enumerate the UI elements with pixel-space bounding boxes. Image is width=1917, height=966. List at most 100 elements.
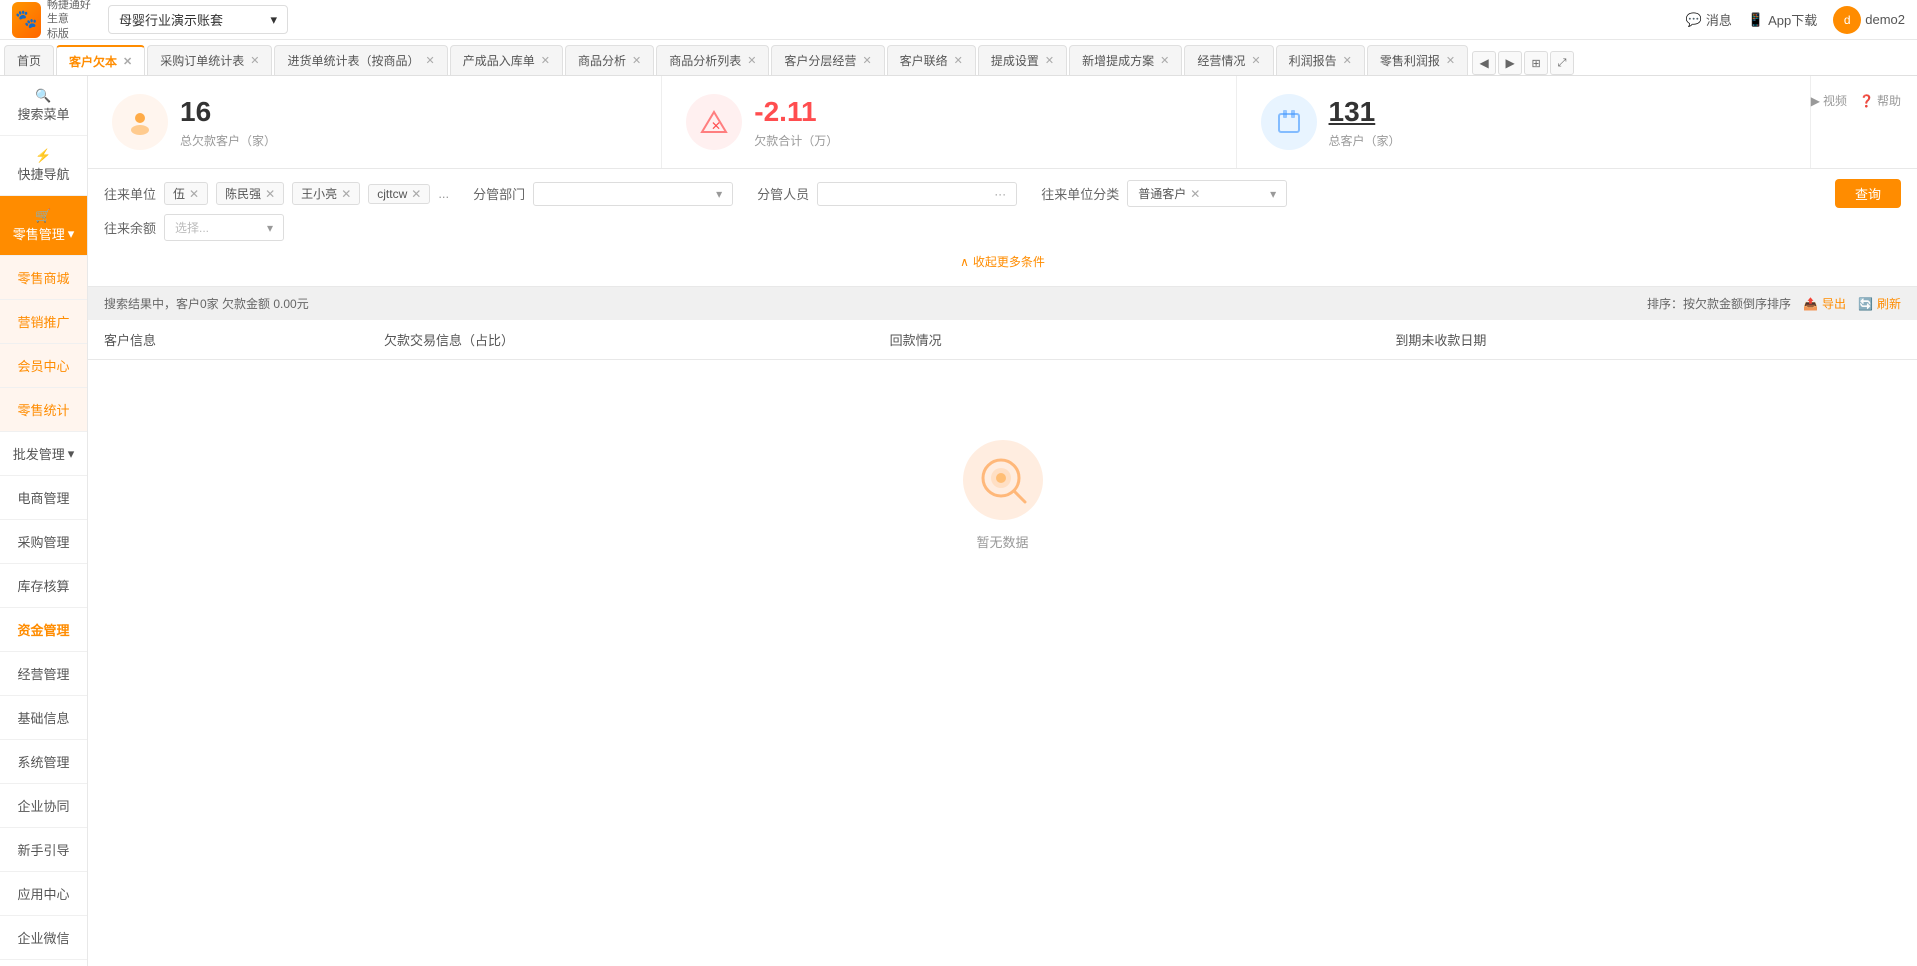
tab-goods-list[interactable]: 商品分析列表 ✕: [656, 45, 769, 75]
filter-tag-unit1[interactable]: 伍 ✕: [164, 182, 208, 205]
sidebar-item-wholesale[interactable]: 批发管理 ▾: [0, 432, 87, 476]
tab-expand-btn[interactable]: ⊞: [1524, 51, 1548, 75]
balance-placeholder: 选择...: [175, 219, 209, 236]
message-btn[interactable]: 💬 消息: [1686, 10, 1732, 29]
chevron-down-icon-2: ▾: [68, 446, 75, 462]
close-icon[interactable]: ✕: [1045, 54, 1054, 67]
sidebar-item-basic-info[interactable]: 基础信息: [0, 696, 87, 740]
remove-tag-icon[interactable]: ✕: [265, 187, 275, 201]
tab-customer-layer[interactable]: 客户分层经营 ✕: [771, 45, 884, 75]
sidebar-item-collab[interactable]: 企业协同: [0, 784, 87, 828]
stat-value-1: 16: [180, 96, 276, 128]
sidebar-item-finance[interactable]: 资金管理: [0, 608, 87, 652]
sidebar-item-marketing[interactable]: 营销推广: [0, 300, 87, 344]
content-area: 16 总欠款客户（家） ✕ -2.11 欠款合计（万）: [88, 76, 1917, 966]
sidebar-item-quicknav[interactable]: ⚡ 快捷导航: [0, 136, 87, 196]
tab-operation[interactable]: 经营情况 ✕: [1184, 45, 1273, 75]
sidebar-item-member2[interactable]: 畅会员: [0, 960, 87, 966]
close-icon[interactable]: ✕: [747, 54, 756, 67]
tab-goods-list-label: 商品分析列表: [669, 52, 741, 69]
sidebar-item-ecommerce[interactable]: 电商管理: [0, 476, 87, 520]
col-repayment: 回款情况: [890, 330, 1396, 349]
close-icon[interactable]: ✕: [632, 54, 641, 67]
category-dropdown[interactable]: 普通客户 ✕ ▾: [1127, 180, 1287, 207]
more-tags-btn[interactable]: ...: [438, 186, 449, 201]
sidebar-item-wechat[interactable]: 企业微信: [0, 916, 87, 960]
close-icon[interactable]: ✕: [1160, 54, 1169, 67]
close-icon[interactable]: ✕: [1343, 54, 1352, 67]
refresh-label: 刷新: [1877, 295, 1901, 312]
close-icon[interactable]: ✕: [123, 55, 132, 68]
tab-customer-debt[interactable]: 客户欠本 ✕: [56, 45, 145, 75]
sidebar-item-apps[interactable]: 应用中心: [0, 872, 87, 916]
close-icon[interactable]: ✕: [862, 54, 871, 67]
account-selector[interactable]: 母婴行业演示账套 ▾: [108, 5, 288, 34]
empty-state: 暂无数据: [88, 360, 1917, 631]
dept-label: 分管部门: [473, 184, 525, 203]
collapse-btn[interactable]: ∧ 收起更多条件: [104, 247, 1901, 276]
sidebar: 🔍 搜索菜单 ⚡ 快捷导航 🛒 零售管理 ▾ 零售商城 营销推广 会员中心 零售…: [0, 76, 88, 966]
export-btn[interactable]: 📤 导出: [1803, 295, 1846, 312]
close-icon[interactable]: ✕: [250, 54, 259, 67]
close-icon[interactable]: ✕: [1446, 54, 1455, 67]
stat-label-2: 欠款合计（万）: [754, 132, 838, 149]
sidebar-item-retail-shop[interactable]: 零售商城: [0, 256, 87, 300]
video-link[interactable]: ▶ 视频: [1811, 92, 1847, 109]
svg-text:✕: ✕: [711, 119, 721, 133]
person-dropdown[interactable]: ···: [817, 182, 1017, 206]
sidebar-marketing-label: 营销推广: [0, 312, 87, 331]
filter-tag-unit2[interactable]: 陈民强 ✕: [216, 182, 284, 205]
remove-tag-icon[interactable]: ✕: [341, 187, 351, 201]
top-bar: 🐾 畅捷通好生意 标版 母婴行业演示账套 ▾ 💬 消息 📱 App下载 d de…: [0, 0, 1917, 40]
tab-home[interactable]: 首页: [4, 45, 54, 75]
tab-produce[interactable]: 产成品入库单 ✕: [450, 45, 563, 75]
sidebar-item-inventory[interactable]: 库存核算: [0, 564, 87, 608]
stat-icon-debt: ✕: [686, 94, 742, 150]
sidebar-purchase-label: 采购管理: [0, 532, 87, 551]
filter-tag-unit3[interactable]: 王小亮 ✕: [292, 182, 360, 205]
tab-purchase-stats[interactable]: 采购订单统计表 ✕: [147, 45, 272, 75]
tab-commission-settings[interactable]: 提成设置 ✕: [978, 45, 1067, 75]
sidebar-item-system[interactable]: 系统管理: [0, 740, 87, 784]
sidebar-item-guide[interactable]: 新手引导: [0, 828, 87, 872]
sidebar-finance-label: 资金管理: [0, 620, 87, 639]
remove-tag-icon[interactable]: ✕: [189, 187, 199, 201]
sidebar-item-search[interactable]: 🔍 搜索菜单: [0, 76, 87, 136]
tab-goods-analysis[interactable]: 商品分析 ✕: [565, 45, 654, 75]
dept-dropdown[interactable]: ▾: [533, 182, 733, 206]
tab-profit[interactable]: 利润报告 ✕: [1276, 45, 1365, 75]
balance-dropdown[interactable]: 选择... ▾: [164, 214, 284, 241]
remove-tag-icon[interactable]: ✕: [411, 187, 421, 201]
sidebar-item-purchase[interactable]: 采购管理: [0, 520, 87, 564]
tab-prev-btn[interactable]: ◀: [1472, 51, 1496, 75]
sidebar-item-retail[interactable]: 🛒 零售管理 ▾: [0, 196, 87, 256]
close-icon[interactable]: ✕: [954, 54, 963, 67]
tab-new-commission[interactable]: 新增提成方案 ✕: [1069, 45, 1182, 75]
app-download-btn[interactable]: 📱 App下载: [1748, 10, 1817, 29]
close-icon[interactable]: ✕: [1251, 54, 1260, 67]
user-area[interactable]: d demo2: [1833, 6, 1905, 34]
tab-next-btn[interactable]: ▶: [1498, 51, 1522, 75]
filter-tag-category[interactable]: 普通客户 ✕: [1138, 185, 1200, 202]
close-icon[interactable]: ✕: [541, 54, 550, 67]
sidebar-item-member[interactable]: 会员中心: [0, 344, 87, 388]
refresh-btn[interactable]: 🔄 刷新: [1858, 295, 1901, 312]
filter-tag-unit4[interactable]: cjttcw ✕: [368, 184, 430, 204]
tab-fullscreen-btn[interactable]: ⤢: [1550, 51, 1574, 75]
search-button[interactable]: 查询: [1835, 179, 1901, 208]
filter-row-2: 往来余额 选择... ▾: [104, 214, 1901, 241]
close-icon[interactable]: ✕: [426, 54, 435, 67]
phone-icon: 📱: [1748, 12, 1764, 28]
sidebar-item-retail-stats[interactable]: 零售统计: [0, 388, 87, 432]
remove-category-icon[interactable]: ✕: [1190, 187, 1200, 201]
stat-card-1: 16 总欠款客户（家）: [88, 76, 662, 168]
tab-retail-profit[interactable]: 零售利润报 ✕: [1367, 45, 1468, 75]
filter-bar: 往来单位 伍 ✕ 陈民强 ✕ 王小亮 ✕ cjttcw ✕ ...: [88, 169, 1917, 287]
help-link[interactable]: ❓ 帮助: [1859, 92, 1901, 109]
sidebar-item-operation[interactable]: 经营管理: [0, 652, 87, 696]
tab-purchase-goods-label: 进货单统计表（按商品）: [287, 52, 419, 69]
tab-new-commission-label: 新增提成方案: [1082, 52, 1154, 69]
tab-customer-contact[interactable]: 客户联络 ✕: [887, 45, 976, 75]
sort-label[interactable]: 排序：按欠款金额倒序排序: [1647, 295, 1791, 312]
tab-purchase-goods[interactable]: 进货单统计表（按商品） ✕: [274, 45, 447, 75]
